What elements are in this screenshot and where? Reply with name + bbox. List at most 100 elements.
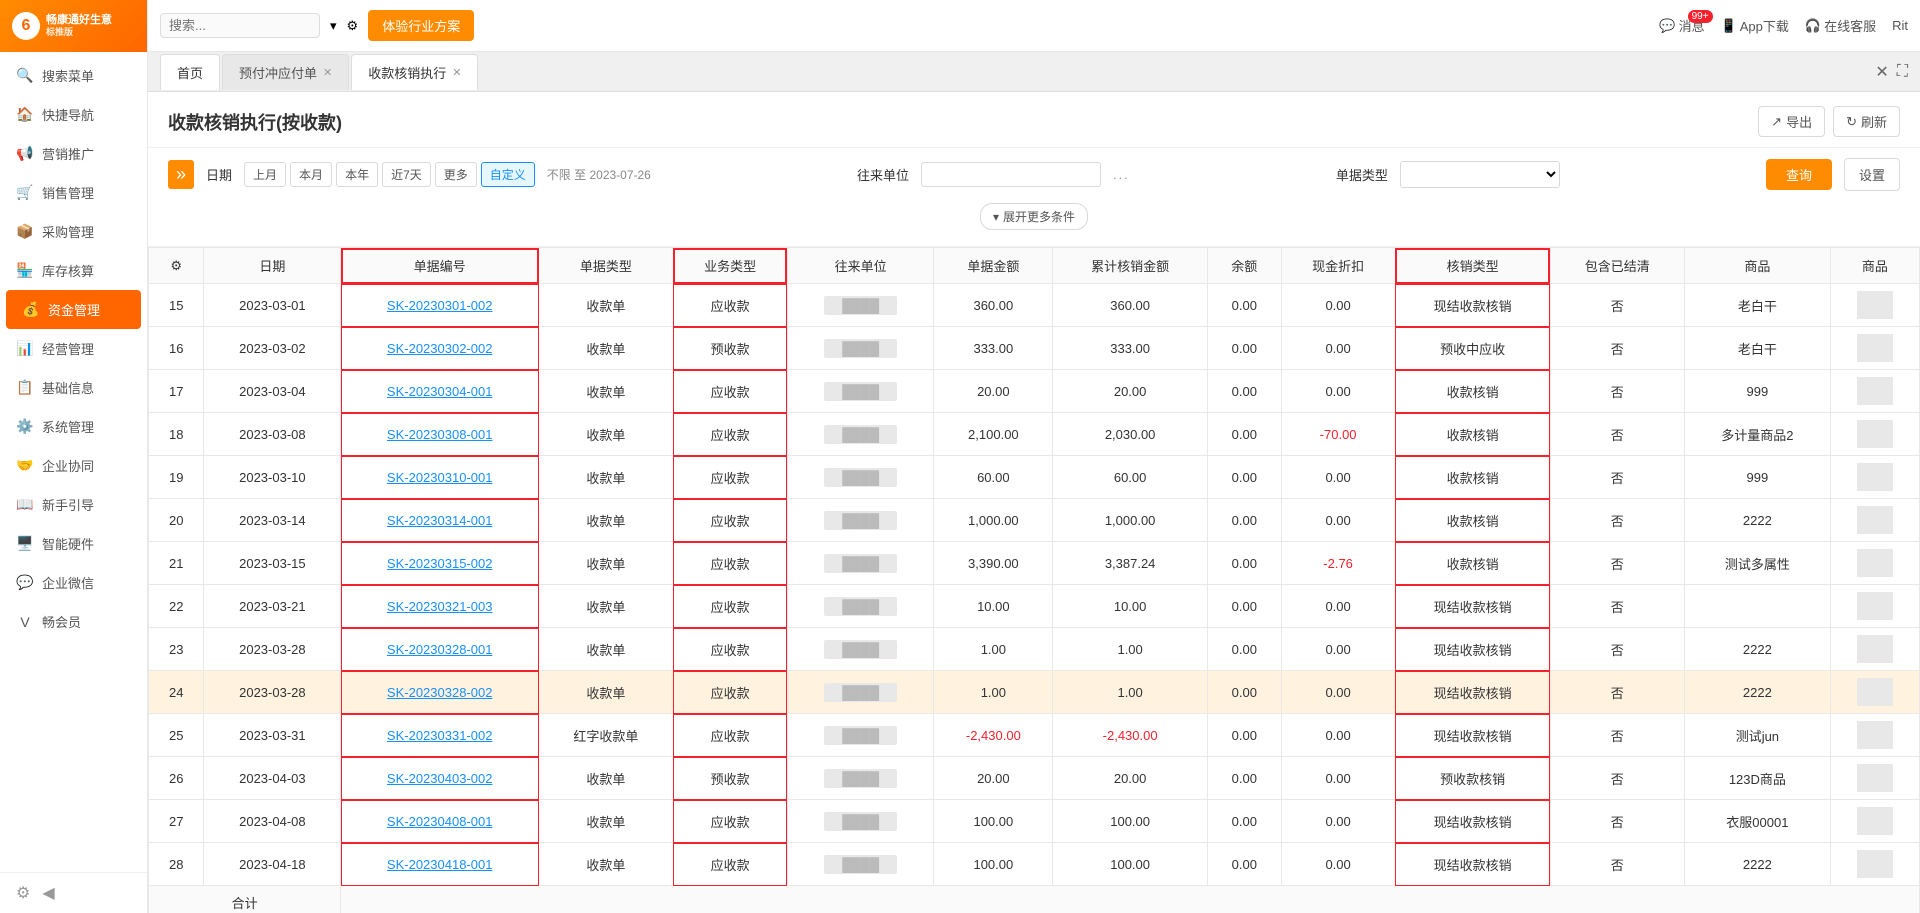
cell-12-4: 应收款 [673,800,787,843]
sidebar-item-inventory[interactable]: 🏪库存核算 [0,251,147,290]
sidebar-item-wechat[interactable]: 💬企业微信 [0,563,147,602]
cell-6-10: 收款核销 [1395,542,1550,585]
cell-11-2[interactable]: SK-20230403-002 [341,757,539,800]
cell-0-2[interactable]: SK-20230301-002 [341,284,539,327]
sidebar-item-member[interactable]: V畅会员 [0,602,147,641]
doc-no-link[interactable]: SK-20230304-001 [387,384,493,399]
query-btn[interactable]: 查询 [1766,159,1832,190]
tab-expand-icon[interactable]: ⛶ [1897,62,1908,82]
sidebar-item-operations[interactable]: 📊经营管理 [0,329,147,368]
date-btn-custom[interactable]: 自定义 [481,162,535,187]
expand-conditions-btn[interactable]: ▾ 展开更多条件 [980,203,1088,230]
cell-12-10: 现结收款核销 [1395,800,1550,843]
sidebar-item-finance[interactable]: 💰资金管理 [6,290,141,329]
cell-6-1: 2023-03-15 [204,542,341,585]
cell-5-2[interactable]: SK-20230314-001 [341,499,539,542]
cell-3-4: 应收款 [673,413,787,456]
date-btn-7days[interactable]: 近7天 [382,162,431,187]
doc-no-link[interactable]: SK-20230328-001 [387,642,493,657]
doc-no-link[interactable]: SK-20230302-002 [387,341,493,356]
cell-4-2[interactable]: SK-20230310-001 [341,456,539,499]
doc-no-link[interactable]: SK-20230328-002 [387,685,493,700]
topbar-industry-btn[interactable]: 体验行业方案 [368,10,474,41]
sidebar-item-search[interactable]: 🔍搜索菜单 [0,56,147,95]
refresh-btn[interactable]: ↻ 刷新 [1833,106,1900,137]
logo-icon: 6 [12,12,40,40]
cell-2-4: 应收款 [673,370,787,413]
doc-no-link[interactable]: SK-20230315-002 [387,556,493,571]
tab-prepay-payable[interactable]: 预付冲应付单 ✕ [222,54,349,90]
doc-no-link[interactable]: SK-20230314-001 [387,513,493,528]
doc-no-link[interactable]: SK-20230308-001 [387,427,493,442]
tab-receipt-reconcile[interactable]: 收款核销执行 ✕ [351,54,478,90]
topbar-search-input[interactable] [160,13,320,38]
tab-home[interactable]: 首页 [160,54,220,90]
topbar-dropdown-icon[interactable]: ▾ [330,18,337,34]
cell-13-9: 0.00 [1281,843,1395,886]
cell-7-1: 2023-03-21 [204,585,341,628]
cell-10-2[interactable]: SK-20230331-002 [341,714,539,757]
date-btn-this-year[interactable]: 本年 [336,162,378,187]
cell-1-2[interactable]: SK-20230302-002 [341,327,539,370]
filter-settings-btn[interactable]: 设置 [1844,158,1900,191]
cell-4-9: 0.00 [1281,456,1395,499]
date-btn-this-month[interactable]: 本月 [290,162,332,187]
online-service-link[interactable]: 🎧 在线客服 [1805,16,1876,35]
filter-counterpart-input[interactable] [921,162,1101,187]
sidebar-collapse-icon[interactable]: ◀ [42,883,54,903]
cell-11-7: 20.00 [1053,757,1208,800]
doc-no-link[interactable]: SK-20230408-001 [387,814,493,829]
doc-no-link[interactable]: SK-20230331-002 [387,728,493,743]
date-btn-last-month[interactable]: 上月 [244,162,286,187]
sidebar-item-basics[interactable]: 📋基础信息 [0,368,147,407]
cell-2-2[interactable]: SK-20230304-001 [341,370,539,413]
cell-9-2[interactable]: SK-20230328-002 [341,671,539,714]
export-btn[interactable]: ↗ 导出 [1758,106,1825,137]
cell-3-2[interactable]: SK-20230308-001 [341,413,539,456]
cell-0-1: 2023-03-01 [204,284,341,327]
cell-13-2[interactable]: SK-20230418-001 [341,843,539,886]
cell-8-11: 否 [1550,628,1684,671]
sidebar-icon-inventory: 🏪 [16,262,34,279]
doc-no-link[interactable]: SK-20230301-002 [387,298,493,313]
sidebar-item-marketing[interactable]: 📢营销推广 [0,134,147,173]
cell-4-7: 60.00 [1053,456,1208,499]
cell-12-2[interactable]: SK-20230408-001 [341,800,539,843]
cell-7-2[interactable]: SK-20230321-003 [341,585,539,628]
sidebar-item-enterprise[interactable]: 🤝企业协同 [0,446,147,485]
doc-no-link[interactable]: SK-20230321-003 [387,599,493,614]
gear-col-icon[interactable]: ⚙ [170,258,182,273]
sidebar-settings-icon[interactable]: ⚙ [16,883,30,903]
app-download-link[interactable]: 📱 App下载 [1721,16,1789,35]
doc-no-link[interactable]: SK-20230310-001 [387,470,493,485]
cell-0-10: 现结收款核销 [1395,284,1550,327]
date-btn-more[interactable]: 更多 [435,162,477,187]
cell-9-8: 0.00 [1208,671,1282,714]
sidebar-item-shortcuts[interactable]: 🏠快捷导航 [0,95,147,134]
tab-close-icon[interactable]: ✕ [1875,62,1888,82]
cell-9-13 [1830,671,1919,714]
filter-doc-type-select[interactable] [1400,161,1560,188]
cell-3-13 [1830,413,1919,456]
topbar-gear-icon[interactable]: ⚙ [347,18,359,34]
cell-13-3: 收款单 [539,843,673,886]
tab-close-prepay[interactable]: ✕ [323,66,332,79]
sidebar-item-purchase[interactable]: 📦采购管理 [0,212,147,251]
doc-no-link[interactable]: SK-20230418-001 [387,857,493,872]
sidebar-icon-shortcuts: 🏠 [16,106,34,123]
sidebar-item-guide[interactable]: 📖新手引导 [0,485,147,524]
sidebar-item-sales[interactable]: 🛒销售管理 [0,173,147,212]
cell-11-11: 否 [1550,757,1684,800]
sidebar-item-hardware[interactable]: 🖥️智能硬件 [0,524,147,563]
table-row: 152023-03-01SK-20230301-002收款单应收款████360… [149,284,1920,327]
cell-2-11: 否 [1550,370,1684,413]
tab-close-receipt[interactable]: ✕ [452,66,461,79]
cell-8-2[interactable]: SK-20230328-001 [341,628,539,671]
cell-4-8: 0.00 [1208,456,1282,499]
doc-no-link[interactable]: SK-20230403-002 [387,771,493,786]
sidebar-label-marketing: 营销推广 [42,144,94,163]
messages-link[interactable]: 💬 消息 99+ [1659,16,1704,35]
filter-toggle-btn[interactable]: » [168,160,194,189]
sidebar-item-system[interactable]: ⚙️系统管理 [0,407,147,446]
cell-6-2[interactable]: SK-20230315-002 [341,542,539,585]
